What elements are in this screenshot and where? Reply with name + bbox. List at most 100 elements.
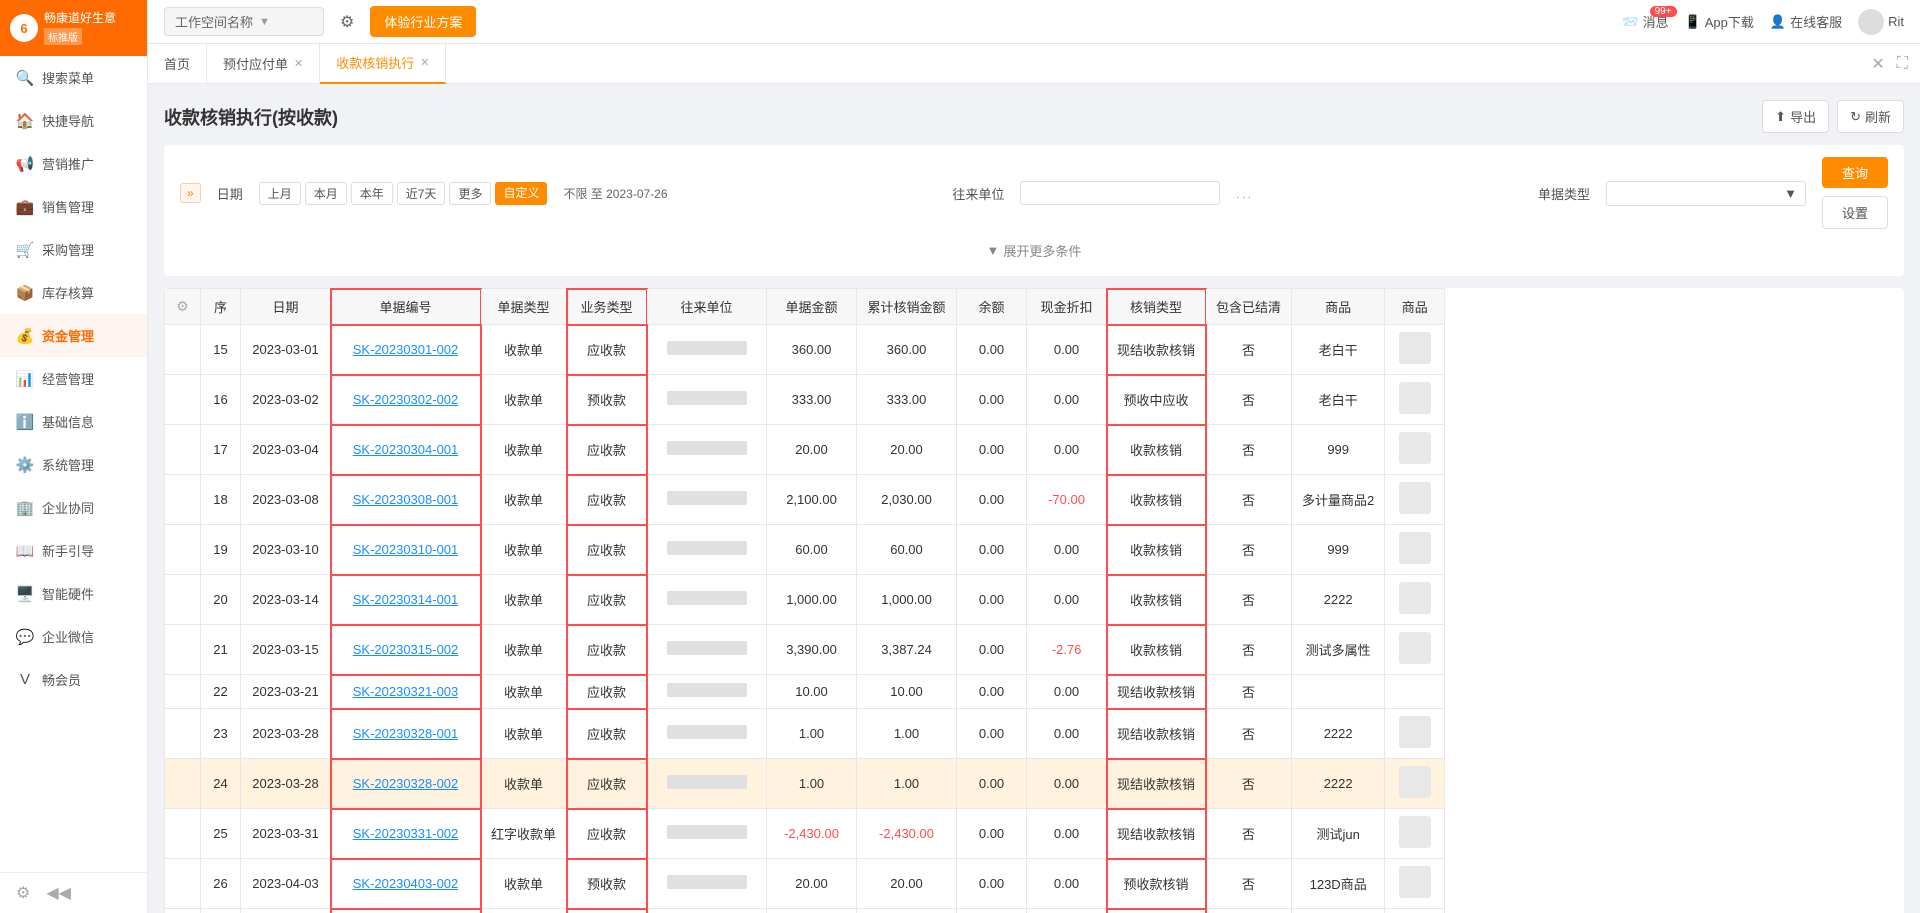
row-doc-no[interactable]: SK-20230301-002 [331,325,481,375]
sidebar-item-member[interactable]: V畅会员 [0,658,147,701]
doc-no-link[interactable]: SK-20230331-002 [353,826,459,841]
col-header-discount: 现金折扣 [1027,289,1107,325]
sidebar-item-operations[interactable]: 📊经营管理 [0,357,147,400]
sidebar-item-purchase[interactable]: 🛒采购管理 [0,228,147,271]
row-no: 27 [201,909,241,913]
sidebar-item-system[interactable]: ⚙️系统管理 [0,443,147,486]
workspace-selector[interactable]: 工作空间名称 ▼ [164,7,324,36]
refresh-button[interactable]: ↻ 刷新 [1837,100,1904,133]
tab-close-prepay[interactable]: ✕ [294,57,303,70]
row-amount: 1,000.00 [767,575,857,625]
row-balance: 0.00 [957,625,1027,675]
expand-more-button[interactable]: ▼ 展开更多条件 [180,237,1888,264]
app-download-button[interactable]: 📱 App下载 [1685,12,1754,31]
maximize-tab-button[interactable]: ⛶ [1893,51,1912,77]
doc-no-link[interactable]: SK-20230314-001 [353,592,459,607]
row-doc-no[interactable]: SK-20230314-001 [331,575,481,625]
row-verify-type: 现结收款核销 [1107,675,1206,709]
doc-no-link[interactable]: SK-20230308-001 [353,492,459,507]
sidebar-item-hardware[interactable]: 🖥️智能硬件 [0,572,147,615]
doc-no-link[interactable]: SK-20230302-002 [353,392,459,407]
row-doc-type: 收款单 [481,759,567,809]
tab-home[interactable]: 首页 [148,44,207,84]
doc-no-link[interactable]: SK-20230304-001 [353,442,459,457]
sidebar-item-finance[interactable]: 💰资金管理 [0,314,147,357]
row-doc-no[interactable]: SK-20230304-001 [331,425,481,475]
tab-label-prepay: 预付应付单 [223,54,288,73]
close-tab-button[interactable]: ✕ [1867,50,1888,78]
filter-setting-button[interactable]: 设置 [1822,196,1888,229]
online-service-button[interactable]: 👤 在线客服 [1770,12,1842,31]
settings-icon[interactable]: ⚙ [16,883,30,903]
sidebar-item-basic[interactable]: ℹ️基础信息 [0,400,147,443]
date-btn-本年[interactable]: 本年 [351,182,393,205]
sidebar-bottom: ⚙ ◀◀ [0,872,147,913]
sidebar-item-sales[interactable]: 💼销售管理 [0,185,147,228]
table-row: 182023-03-08SK-20230308-001收款单应收款2,100.0… [165,475,1905,525]
user-avatar[interactable]: Rit [1858,9,1904,35]
doc-no-link[interactable]: SK-20230315-002 [353,642,459,657]
date-btn-本月[interactable]: 本月 [305,182,347,205]
row-biz-type: 应收款 [567,525,647,575]
sidebar-label-operations: 经营管理 [42,369,94,388]
doc-no-link[interactable]: SK-20230301-002 [353,342,459,357]
row-doc-no[interactable]: SK-20230308-001 [331,475,481,525]
row-goods-image [1385,859,1445,909]
customer-filter-input[interactable] [1020,181,1220,205]
row-doc-no[interactable]: SK-20230328-002 [331,759,481,809]
row-goods: 老白干 [1292,325,1385,375]
doc-no-link[interactable]: SK-20230328-002 [353,776,459,791]
inventory-icon: 📦 [16,284,34,302]
date-custom-btn[interactable]: 自定义 [495,182,547,205]
tab-close-collection[interactable]: ✕ [420,56,429,69]
sidebar-item-wechat[interactable]: 💬企业微信 [0,615,147,658]
row-amount: 360.00 [767,325,857,375]
doc-no-link[interactable]: SK-20230310-001 [353,542,459,557]
date-btn-上月[interactable]: 上月 [259,182,301,205]
row-doc-no[interactable]: SK-20230310-001 [331,525,481,575]
doc-type-select[interactable]: ▼ [1606,181,1806,206]
tab-label-home: 首页 [164,54,190,73]
row-doc-no[interactable]: SK-20230328-001 [331,709,481,759]
table-header-row: ⚙序日期单据编号单据类型业务类型往来单位单据金额累计核销金额余额现金折扣核销类型… [165,289,1905,325]
row-doc-no[interactable]: SK-20230315-002 [331,625,481,675]
doc-no-link[interactable]: SK-20230403-002 [353,876,459,891]
sidebar-item-marketing[interactable]: 📢营销推广 [0,142,147,185]
sidebar-item-enterprise[interactable]: 🏢企业协同 [0,486,147,529]
row-doc-type: 红字收款单 [481,809,567,859]
sidebar-item-guide[interactable]: 📖新手引导 [0,529,147,572]
query-button[interactable]: 查询 [1822,157,1888,188]
sidebar-item-inventory[interactable]: 📦库存核算 [0,271,147,314]
solution-button[interactable]: 体验行业方案 [370,6,476,37]
sidebar-item-quick-nav[interactable]: 🏠快捷导航 [0,99,147,142]
row-doc-no[interactable]: SK-20230331-002 [331,809,481,859]
row-doc-no[interactable]: SK-20230403-002 [331,859,481,909]
date-btn-近7天[interactable]: 近7天 [397,182,446,205]
row-date: 2023-03-10 [241,525,331,575]
row-doc-no[interactable]: SK-20230321-003 [331,675,481,709]
date-btn-更多[interactable]: 更多 [449,182,491,205]
notice-button[interactable]: 📨 消息 99+ [1622,12,1668,31]
tab-prepay[interactable]: 预付应付单 ✕ [207,44,320,84]
row-verify-type: 收款核销 [1107,625,1206,675]
filter-expand-button[interactable]: » [180,183,201,203]
row-goods-image [1385,709,1445,759]
row-doc-no[interactable]: SK-20230302-002 [331,375,481,425]
sidebar-label-hardware: 智能硬件 [42,584,94,603]
col-header-doc_type: 单据类型 [481,289,567,325]
more-filter-icon[interactable]: ... [1236,186,1253,201]
column-settings-button[interactable]: ⚙ [176,298,189,315]
row-doc-no[interactable]: SK-20230408-001 [331,909,481,913]
topbar-gear-icon[interactable]: ⚙ [340,12,354,32]
row-customer [647,759,767,809]
row-goods: 测试jun [1292,809,1385,859]
export-button[interactable]: ⬆ 导出 [1762,100,1829,133]
row-goods-image [1385,809,1445,859]
row-customer [647,525,767,575]
collapse-icon[interactable]: ◀◀ [46,883,71,903]
member-icon: V [16,671,34,689]
doc-no-link[interactable]: SK-20230328-001 [353,726,459,741]
tab-collection[interactable]: 收款核销执行✕ [320,44,446,84]
doc-no-link[interactable]: SK-20230321-003 [353,684,459,699]
sidebar-item-search[interactable]: 🔍搜索菜单 [0,56,147,99]
